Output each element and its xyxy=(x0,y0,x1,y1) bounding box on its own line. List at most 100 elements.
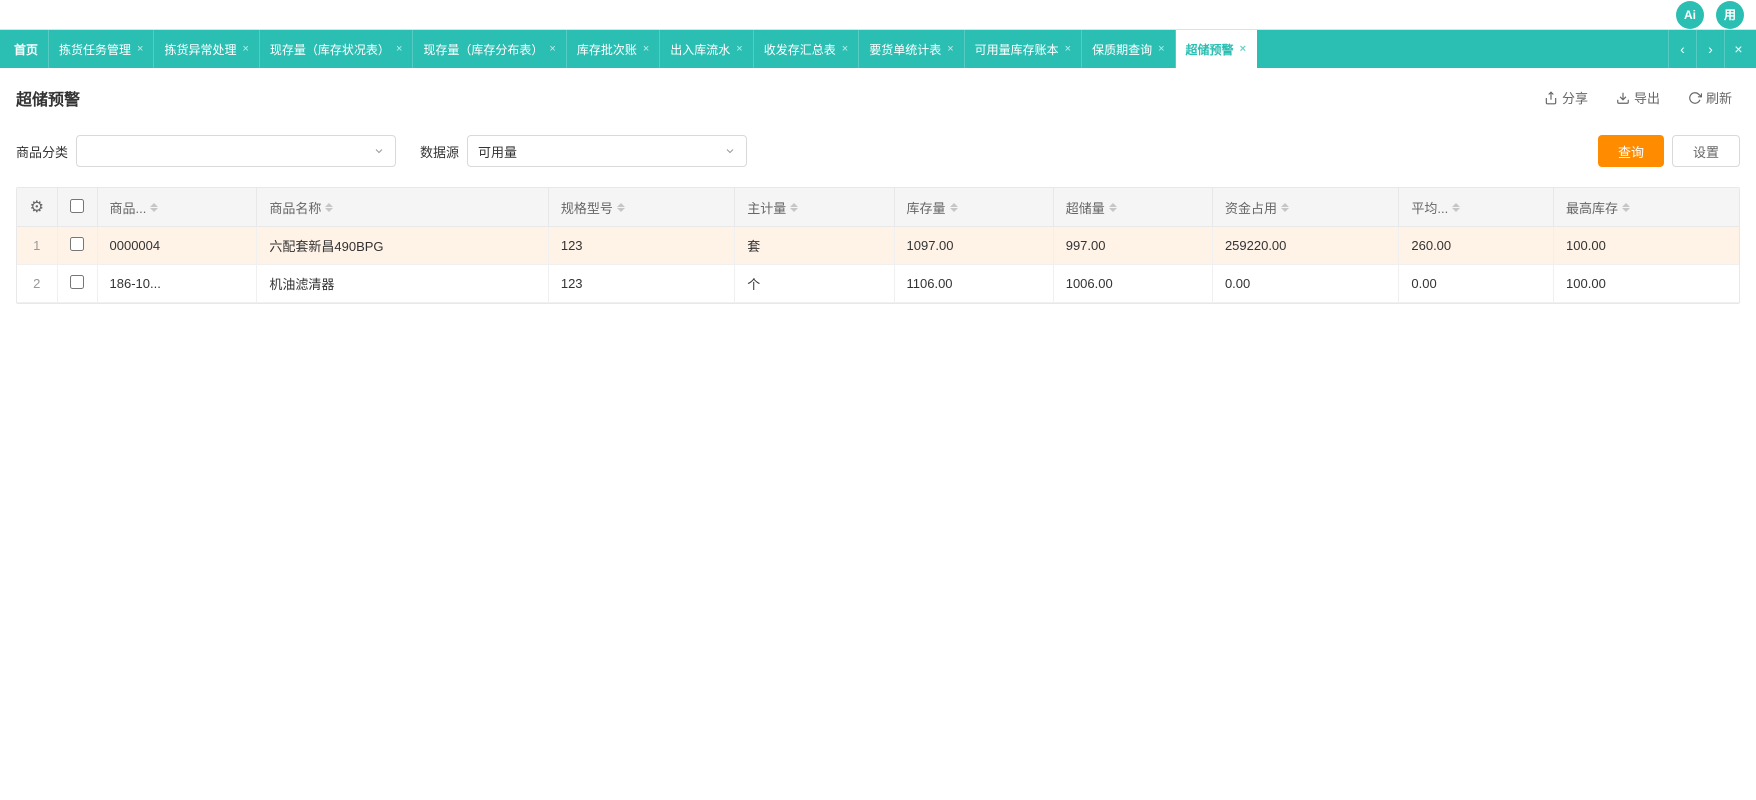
sort-capital-icon xyxy=(1281,203,1289,212)
th-capital[interactable]: 资金占用 xyxy=(1212,188,1398,227)
nav-tab-inout[interactable]: 出入库流水 × xyxy=(660,30,753,68)
th-overstock[interactable]: 超储量 xyxy=(1053,188,1212,227)
row-product-name: 六配套新昌490BPG xyxy=(257,227,548,265)
settings-gear-icon[interactable]: ⚙ xyxy=(30,199,44,216)
nav-tab-overstock[interactable]: 超储预警 × xyxy=(1176,30,1257,68)
nav-tab-available[interactable]: 可用量库存账本× xyxy=(965,30,1082,68)
th-spec[interactable]: 规格型号 xyxy=(548,188,734,227)
datasource-select-value: 可用量 xyxy=(478,142,517,161)
nav-tab-close-available[interactable]: × xyxy=(1065,43,1071,55)
nav-tab-close-expiry[interactable]: × xyxy=(1158,43,1164,55)
table-header-row: ⚙ 商品... xyxy=(17,188,1739,227)
nav-tab-label: 首页 xyxy=(14,41,38,58)
nav-tab-close-inventory-dist[interactable]: × xyxy=(549,43,555,55)
datasource-label: 数据源 xyxy=(420,142,459,161)
nav-tab-home[interactable]: 首页 xyxy=(4,30,49,68)
nav-tab-inventory-dist[interactable]: 现存量（库存分布表） × xyxy=(413,30,566,68)
row-max-stock: 100.00 xyxy=(1554,265,1739,303)
nav-tab-label: 出入库流水 xyxy=(670,41,730,58)
sort-spec-icon xyxy=(617,203,625,212)
row-product-code: 186-10... xyxy=(97,265,257,303)
th-checkbox xyxy=(57,188,97,227)
sort-max-stock-icon xyxy=(1622,203,1630,212)
nav-tab-expiry[interactable]: 保质期查询 × xyxy=(1082,30,1175,68)
th-stock[interactable]: 库存量 xyxy=(894,188,1053,227)
row-overstock: 1006.00 xyxy=(1053,265,1212,303)
category-label: 商品分类 xyxy=(16,142,68,161)
page-header: 超储预警 分享 导出 刷新 xyxy=(16,84,1740,111)
nav-tab-close-task[interactable]: × xyxy=(137,43,143,55)
table-row[interactable]: 2 186-10... 机油滤清器 123 个 1106.00 1006.00 … xyxy=(17,265,1739,303)
nav-tab-label: 库存批次账 xyxy=(577,41,637,58)
nav-next-arrow[interactable]: › xyxy=(1696,30,1724,68)
th-product-code[interactable]: 商品... xyxy=(97,188,257,227)
nav-tab-collect[interactable]: 收发存汇总表 × xyxy=(754,30,859,68)
nav-tab-label: 现存量（库存状况表） xyxy=(270,41,390,58)
filter-actions: 查询 设置 xyxy=(1598,135,1740,167)
nav-tab-close-abnormal[interactable]: × xyxy=(242,43,248,55)
query-button[interactable]: 查询 xyxy=(1598,135,1664,167)
row-stock: 1106.00 xyxy=(894,265,1053,303)
nav-arrows: ‹ › × xyxy=(1668,30,1752,68)
th-unit[interactable]: 主计量 xyxy=(735,188,894,227)
row-product-code: 0000004 xyxy=(97,227,257,265)
row-avg: 0.00 xyxy=(1399,265,1554,303)
share-button[interactable]: 分享 xyxy=(1536,84,1596,111)
refresh-icon xyxy=(1688,91,1702,105)
nav-tab-close-overstock[interactable]: × xyxy=(1240,43,1246,55)
row-spec: 123 xyxy=(548,265,734,303)
sort-product-code-icon xyxy=(150,203,158,212)
th-avg[interactable]: 平均... xyxy=(1399,188,1554,227)
datasource-filter-group: 数据源 可用量 xyxy=(420,135,747,167)
nav-tab-label: 超储预警 xyxy=(1186,41,1234,58)
share-icon xyxy=(1544,91,1558,105)
nav-tab-label: 现存量（库存分布表） xyxy=(423,41,543,58)
chevron-down-icon xyxy=(373,145,385,157)
table-row[interactable]: 1 0000004 六配套新昌490BPG 123 套 1097.00 997.… xyxy=(17,227,1739,265)
settings-button[interactable]: 设置 xyxy=(1672,135,1740,167)
table-container: ⚙ 商品... xyxy=(16,187,1740,304)
nav-tab-close-inout[interactable]: × xyxy=(736,43,742,55)
row-num: 1 xyxy=(17,227,57,265)
nav-tab-close-batch[interactable]: × xyxy=(643,43,649,55)
row-checkbox-cell xyxy=(57,265,97,303)
row-checkbox[interactable] xyxy=(70,237,84,251)
category-select[interactable] xyxy=(76,135,396,167)
sort-avg-icon xyxy=(1452,203,1460,212)
nav-tab-label: 要货单统计表 xyxy=(869,41,941,58)
nav-tab-close-order-stat[interactable]: × xyxy=(947,43,953,55)
refresh-button[interactable]: 刷新 xyxy=(1680,84,1740,111)
nav-more-arrow[interactable]: × xyxy=(1724,30,1752,68)
nav-tab-close-collect[interactable]: × xyxy=(842,43,848,55)
th-product-name[interactable]: 商品名称 xyxy=(257,188,548,227)
select-all-checkbox[interactable] xyxy=(70,199,84,213)
row-overstock: 997.00 xyxy=(1053,227,1212,265)
row-unit: 个 xyxy=(735,265,894,303)
row-num: 2 xyxy=(17,265,57,303)
ai-button[interactable]: Ai xyxy=(1676,1,1704,29)
export-button[interactable]: 导出 xyxy=(1608,84,1668,111)
sort-product-name-icon xyxy=(325,203,333,212)
nav-tab-batch[interactable]: 库存批次账 × xyxy=(567,30,660,68)
avatar[interactable]: 用 xyxy=(1716,1,1744,29)
row-unit: 套 xyxy=(735,227,894,265)
row-product-name: 机油滤清器 xyxy=(257,265,548,303)
nav-tab-abnormal[interactable]: 拣货异常处理× xyxy=(154,30,259,68)
nav-tab-task[interactable]: 拣货任务管理 × xyxy=(49,30,154,68)
row-max-stock: 100.00 xyxy=(1554,227,1739,265)
nav-prev-arrow[interactable]: ‹ xyxy=(1668,30,1696,68)
export-icon xyxy=(1616,91,1630,105)
sort-stock-icon xyxy=(950,203,958,212)
nav-tab-label: 拣货任务管理 xyxy=(59,41,131,58)
nav-tab-label: 收发存汇总表 xyxy=(764,41,836,58)
th-max-stock[interactable]: 最高库存 xyxy=(1554,188,1739,227)
nav-tab-order-stat[interactable]: 要货单统计表 × xyxy=(859,30,964,68)
nav-tab-inventory-status[interactable]: 现存量（库存状况表） × xyxy=(260,30,413,68)
nav-tab-close-inventory-status[interactable]: × xyxy=(396,43,402,55)
header-actions: 分享 导出 刷新 xyxy=(1536,84,1740,111)
row-spec: 123 xyxy=(548,227,734,265)
datasource-select[interactable]: 可用量 xyxy=(467,135,747,167)
nav-tab-label: 保质期查询 xyxy=(1092,41,1152,58)
row-checkbox[interactable] xyxy=(70,275,84,289)
page-title: 超储预警 xyxy=(16,86,80,110)
